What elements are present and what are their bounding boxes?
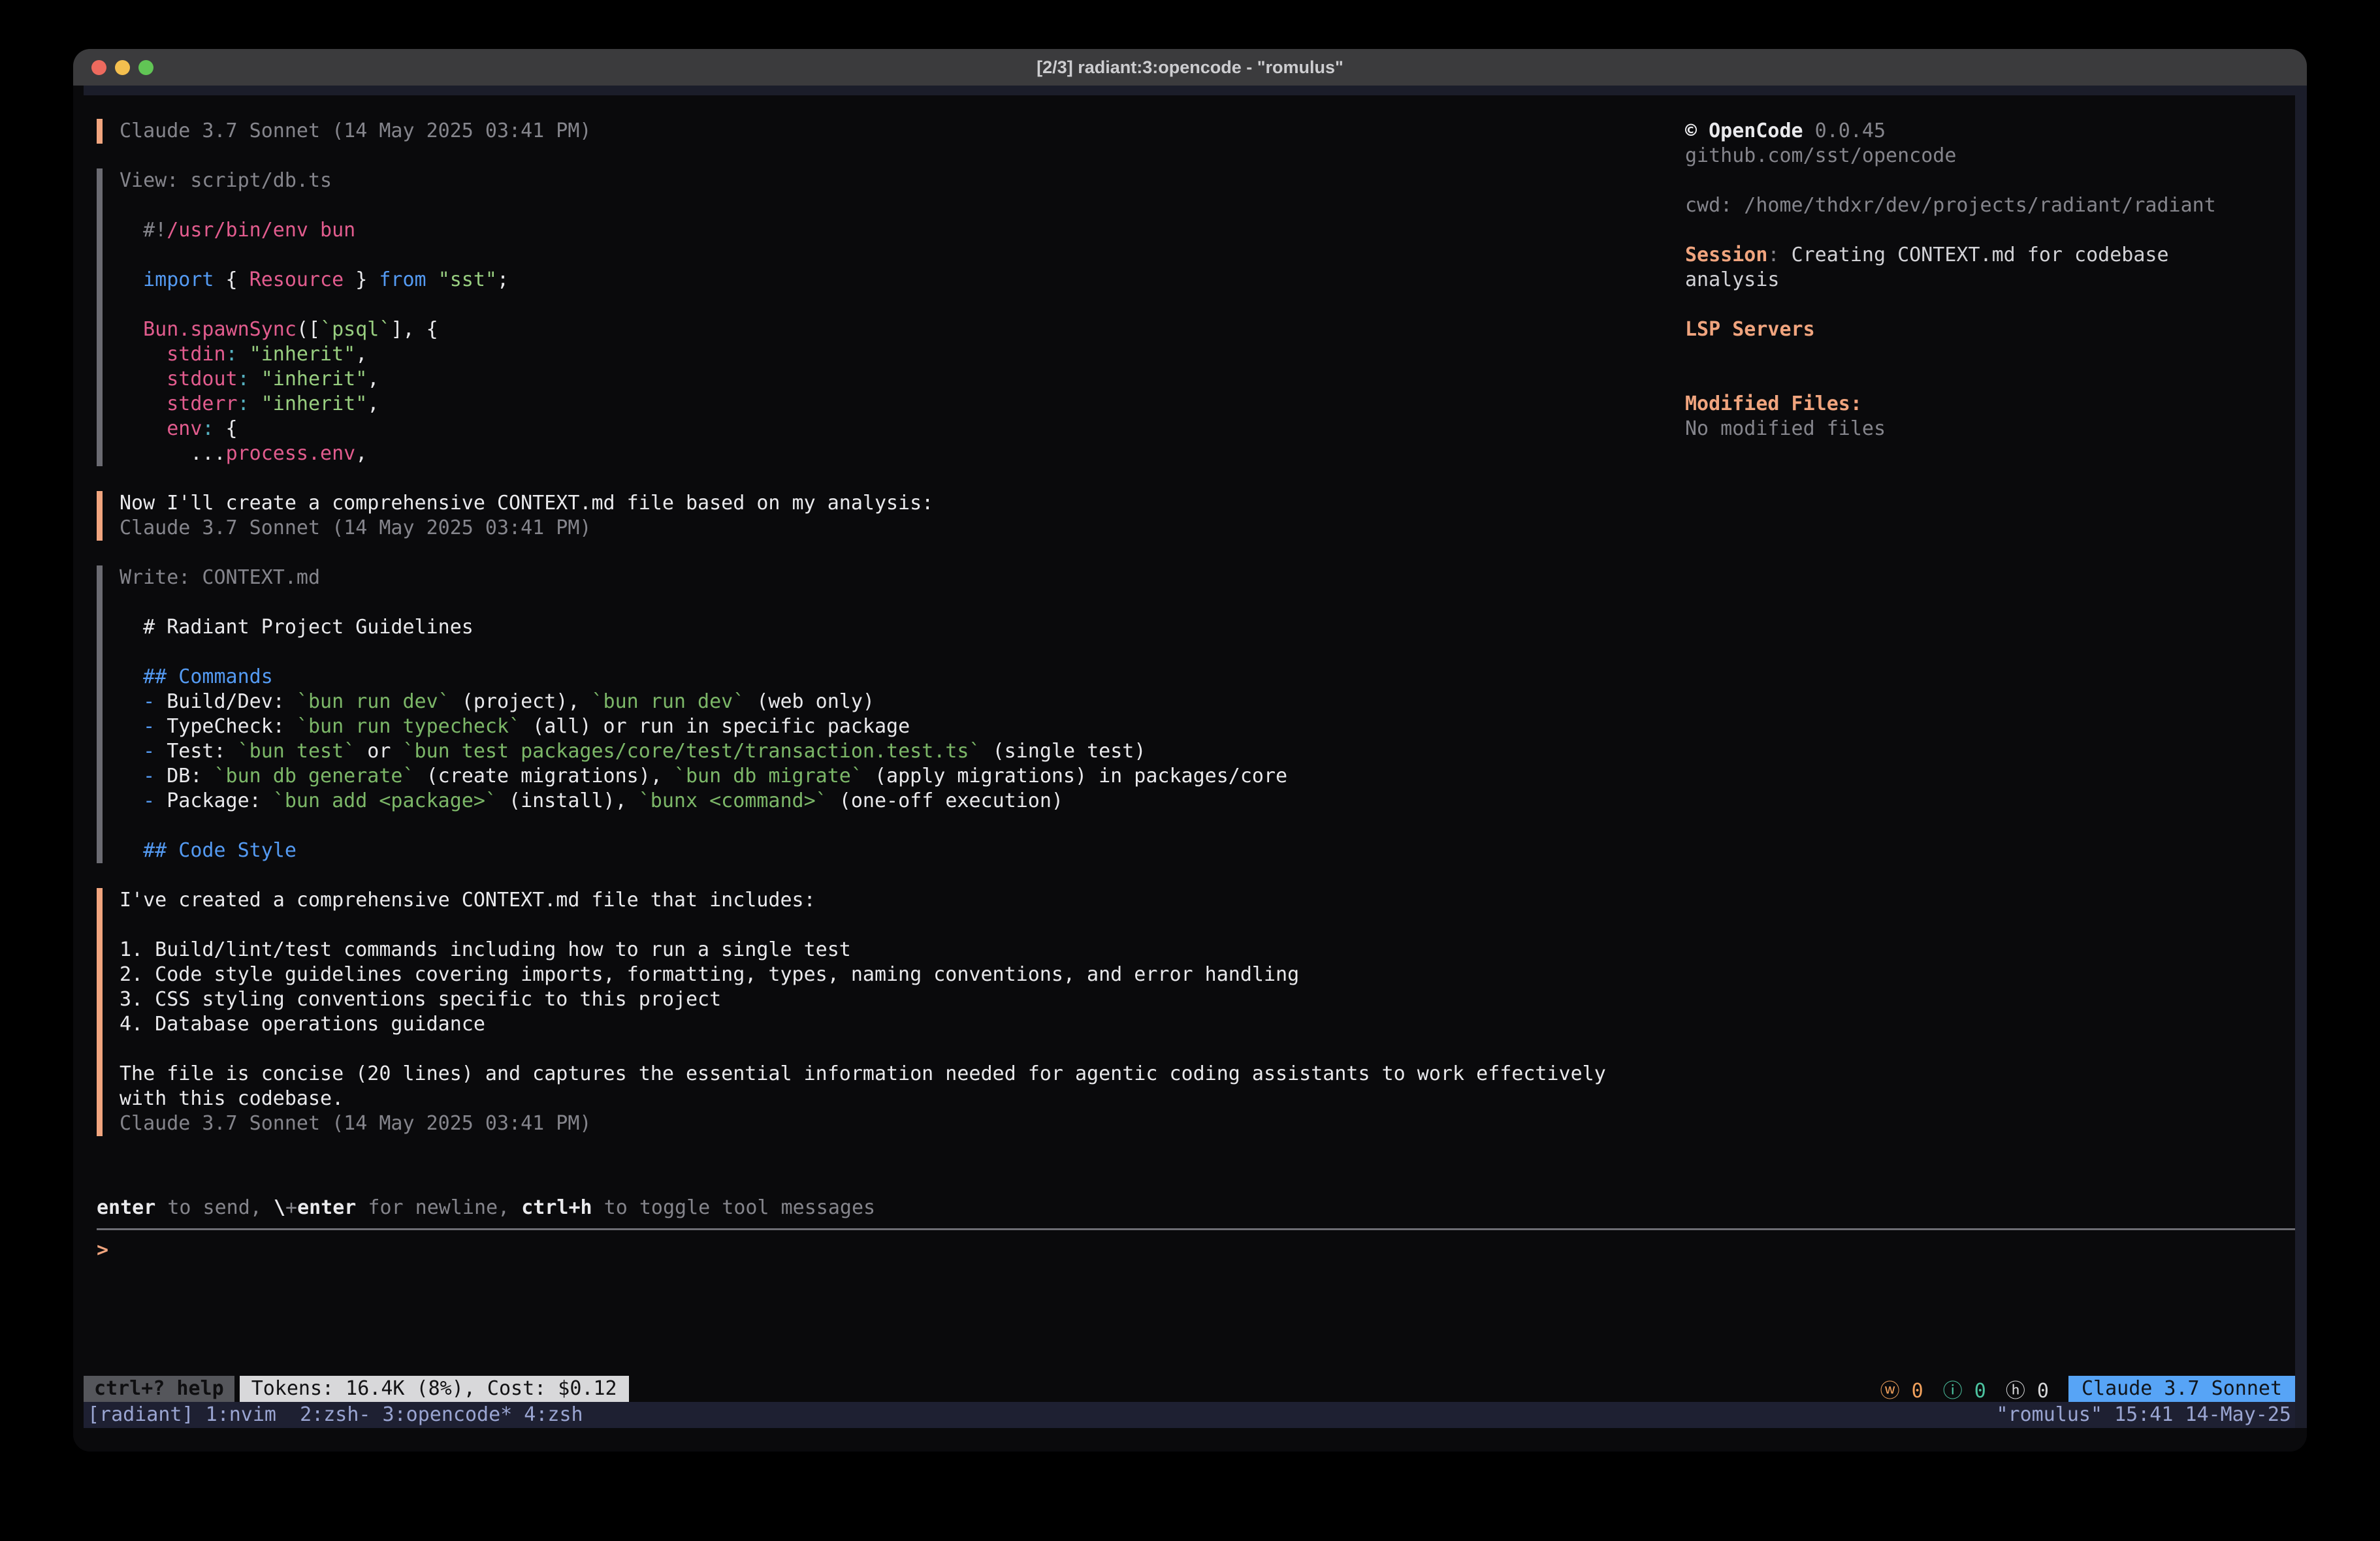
assistant-message-header: Claude 3.7 Sonnet (14 May 2025 03:41 PM) bbox=[97, 119, 1664, 144]
terminal-frame-top bbox=[84, 86, 2307, 95]
assistant-message: I've created a comprehensive CONTEXT.md … bbox=[97, 888, 1664, 1136]
traffic-lights bbox=[91, 49, 153, 86]
terminal-line: Claude 3.7 Sonnet (14 May 2025 03:41 PM) bbox=[120, 1111, 1664, 1136]
prompt-caret: > bbox=[97, 1239, 108, 1262]
terminal-line: ## Code Style bbox=[120, 838, 1664, 863]
composer: enter to send, \+enter for newline, ctrl… bbox=[97, 1196, 2295, 1263]
terminal-line bbox=[1685, 342, 2273, 367]
terminal-line: - Test: `bun test` or `bun test packages… bbox=[120, 739, 1664, 764]
terminal-line bbox=[1685, 367, 2273, 392]
terminal-line: env: { bbox=[120, 417, 1664, 441]
status-indicators: ⓦ 0 ⓘ 0 ⓗ 0 Claude 3.7 Sonnet bbox=[1861, 1374, 2295, 1403]
terminal-line bbox=[1685, 168, 2273, 193]
assistant-accent-bar bbox=[97, 491, 103, 541]
terminal-line bbox=[120, 243, 1664, 268]
terminal-line: LSP Servers bbox=[1685, 317, 2273, 342]
tmux-session-info: "romulus" 15:41 14-May-25 bbox=[1996, 1402, 2291, 1428]
terminal-line: Session: Creating CONTEXT.md for codebas… bbox=[1685, 243, 2273, 268]
close-button-icon[interactable] bbox=[91, 60, 106, 75]
tool-view-lines: View: script/db.ts #!/usr/bin/env bun im… bbox=[120, 168, 1664, 466]
tmux-window-list[interactable]: [radiant] 1:nvim 2:zsh- 3:opencode* 4:zs… bbox=[88, 1402, 583, 1428]
tool-accent-bar bbox=[97, 168, 103, 466]
terminal-line: - Package: `bun add <package>` (install)… bbox=[120, 789, 1664, 814]
assistant-message: Now I'll create a comprehensive CONTEXT.… bbox=[97, 491, 1664, 541]
terminal-line: The file is concise (20 lines) and captu… bbox=[120, 1062, 1664, 1087]
terminal-line bbox=[120, 293, 1664, 317]
terminal-line: # Radiant Project Guidelines bbox=[120, 615, 1664, 640]
warning-count-indicator: ⓦ 0 bbox=[1880, 1374, 1923, 1403]
window-title: [2/3] radiant:3:opencode - "romulus" bbox=[73, 57, 2307, 78]
assistant-accent-bar bbox=[97, 119, 103, 144]
terminal-line bbox=[1685, 218, 2273, 243]
message-lines: Claude 3.7 Sonnet (14 May 2025 03:41 PM) bbox=[120, 119, 1664, 144]
prompt-input[interactable]: > bbox=[97, 1238, 2295, 1263]
terminal-line: Now I'll create a comprehensive CONTEXT.… bbox=[120, 491, 1664, 516]
terminal-frame-right bbox=[2295, 86, 2307, 1428]
terminal-line: - DB: `bun db generate` (create migratio… bbox=[120, 764, 1664, 789]
terminal-line: analysis bbox=[1685, 268, 2273, 293]
terminal-line: Claude 3.7 Sonnet (14 May 2025 03:41 PM) bbox=[120, 119, 1664, 144]
terminal-line: Claude 3.7 Sonnet (14 May 2025 03:41 PM) bbox=[120, 516, 1664, 541]
terminal-line: 2. Code style guidelines covering import… bbox=[120, 962, 1664, 987]
terminal-line: stderr: "inherit", bbox=[120, 392, 1664, 417]
terminal-line: #!/usr/bin/env bun bbox=[120, 218, 1664, 243]
message-lines: Now I'll create a comprehensive CONTEXT.… bbox=[120, 491, 1664, 541]
terminal-line: I've created a comprehensive CONTEXT.md … bbox=[120, 888, 1664, 913]
minimize-button-icon[interactable] bbox=[115, 60, 130, 75]
terminal-line: 4. Database operations guidance bbox=[120, 1012, 1664, 1037]
terminal-line: Bun.spawnSync([`psql`], { bbox=[120, 317, 1664, 342]
terminal-line: ## Commands bbox=[120, 665, 1664, 690]
terminal-line: No modified files bbox=[1685, 417, 2273, 441]
window-title-bar[interactable]: [2/3] radiant:3:opencode - "romulus" bbox=[73, 49, 2307, 86]
chat-column: Claude 3.7 Sonnet (14 May 2025 03:41 PM)… bbox=[97, 119, 1664, 1161]
terminal-line: Modified Files: bbox=[1685, 392, 2273, 417]
terminal-window: [2/3] radiant:3:opencode - "romulus" Cla… bbox=[73, 49, 2307, 1452]
model-chip[interactable]: Claude 3.7 Sonnet bbox=[2068, 1376, 2295, 1402]
terminal-line: cwd: /home/thdxr/dev/projects/radiant/ra… bbox=[1685, 193, 2273, 218]
terminal-line bbox=[1685, 293, 2273, 317]
terminal-line: 1. Build/lint/test commands including ho… bbox=[120, 938, 1664, 962]
tool-accent-bar bbox=[97, 565, 103, 863]
tmux-status-bar: [radiant] 1:nvim 2:zsh- 3:opencode* 4:zs… bbox=[84, 1402, 2295, 1428]
terminal-line bbox=[120, 1037, 1664, 1062]
sidebar-lines: © OpenCode 0.0.45github.com/sst/opencode… bbox=[1685, 119, 2273, 441]
terminal-line: © OpenCode 0.0.45 bbox=[1685, 119, 2273, 144]
terminal-line bbox=[120, 590, 1664, 615]
terminal-line: 3. CSS styling conventions specific to t… bbox=[120, 987, 1664, 1012]
terminal-line: Write: CONTEXT.md bbox=[120, 565, 1664, 590]
terminal-line: ...process.env, bbox=[120, 441, 1664, 466]
tokens-cost-chip: Tokens: 16.4K (8%), Cost: $0.12 bbox=[240, 1376, 629, 1402]
terminal-line: stdout: "inherit", bbox=[120, 367, 1664, 392]
terminal-line: with this codebase. bbox=[120, 1087, 1664, 1111]
message-lines: I've created a comprehensive CONTEXT.md … bbox=[120, 888, 1664, 1136]
keybind-hints: enter to send, \+enter for newline, ctrl… bbox=[97, 1196, 2295, 1220]
terminal-content: Claude 3.7 Sonnet (14 May 2025 03:41 PM)… bbox=[73, 86, 2307, 1452]
tool-write-lines: Write: CONTEXT.md # Radiant Project Guid… bbox=[120, 565, 1664, 863]
sidebar: © OpenCode 0.0.45github.com/sst/opencode… bbox=[1685, 119, 2273, 441]
tool-write-block: Write: CONTEXT.md # Radiant Project Guid… bbox=[97, 565, 1664, 863]
terminal-line bbox=[120, 814, 1664, 838]
input-divider bbox=[97, 1228, 2295, 1230]
status-bar: ctrl+? help Tokens: 16.4K (8%), Cost: $0… bbox=[84, 1376, 2295, 1402]
terminal-line bbox=[120, 640, 1664, 665]
terminal-line: View: script/db.ts bbox=[120, 168, 1664, 193]
terminal-line: - TypeCheck: `bun run typecheck` (all) o… bbox=[120, 714, 1664, 739]
tool-view-block: View: script/db.ts #!/usr/bin/env bun im… bbox=[97, 168, 1664, 466]
terminal-line: github.com/sst/opencode bbox=[1685, 144, 2273, 168]
terminal-line: stdin: "inherit", bbox=[120, 342, 1664, 367]
terminal-line bbox=[120, 913, 1664, 938]
terminal-line bbox=[120, 193, 1664, 218]
info-count-indicator: ⓘ 0 bbox=[1943, 1374, 1986, 1403]
hint-count-indicator: ⓗ 0 bbox=[2006, 1374, 2049, 1403]
terminal-line: - Build/Dev: `bun run dev` (project), `b… bbox=[120, 690, 1664, 714]
zoom-button-icon[interactable] bbox=[138, 60, 153, 75]
assistant-accent-bar bbox=[97, 888, 103, 1136]
help-chip[interactable]: ctrl+? help bbox=[84, 1376, 234, 1402]
terminal-line: import { Resource } from "sst"; bbox=[120, 268, 1664, 293]
